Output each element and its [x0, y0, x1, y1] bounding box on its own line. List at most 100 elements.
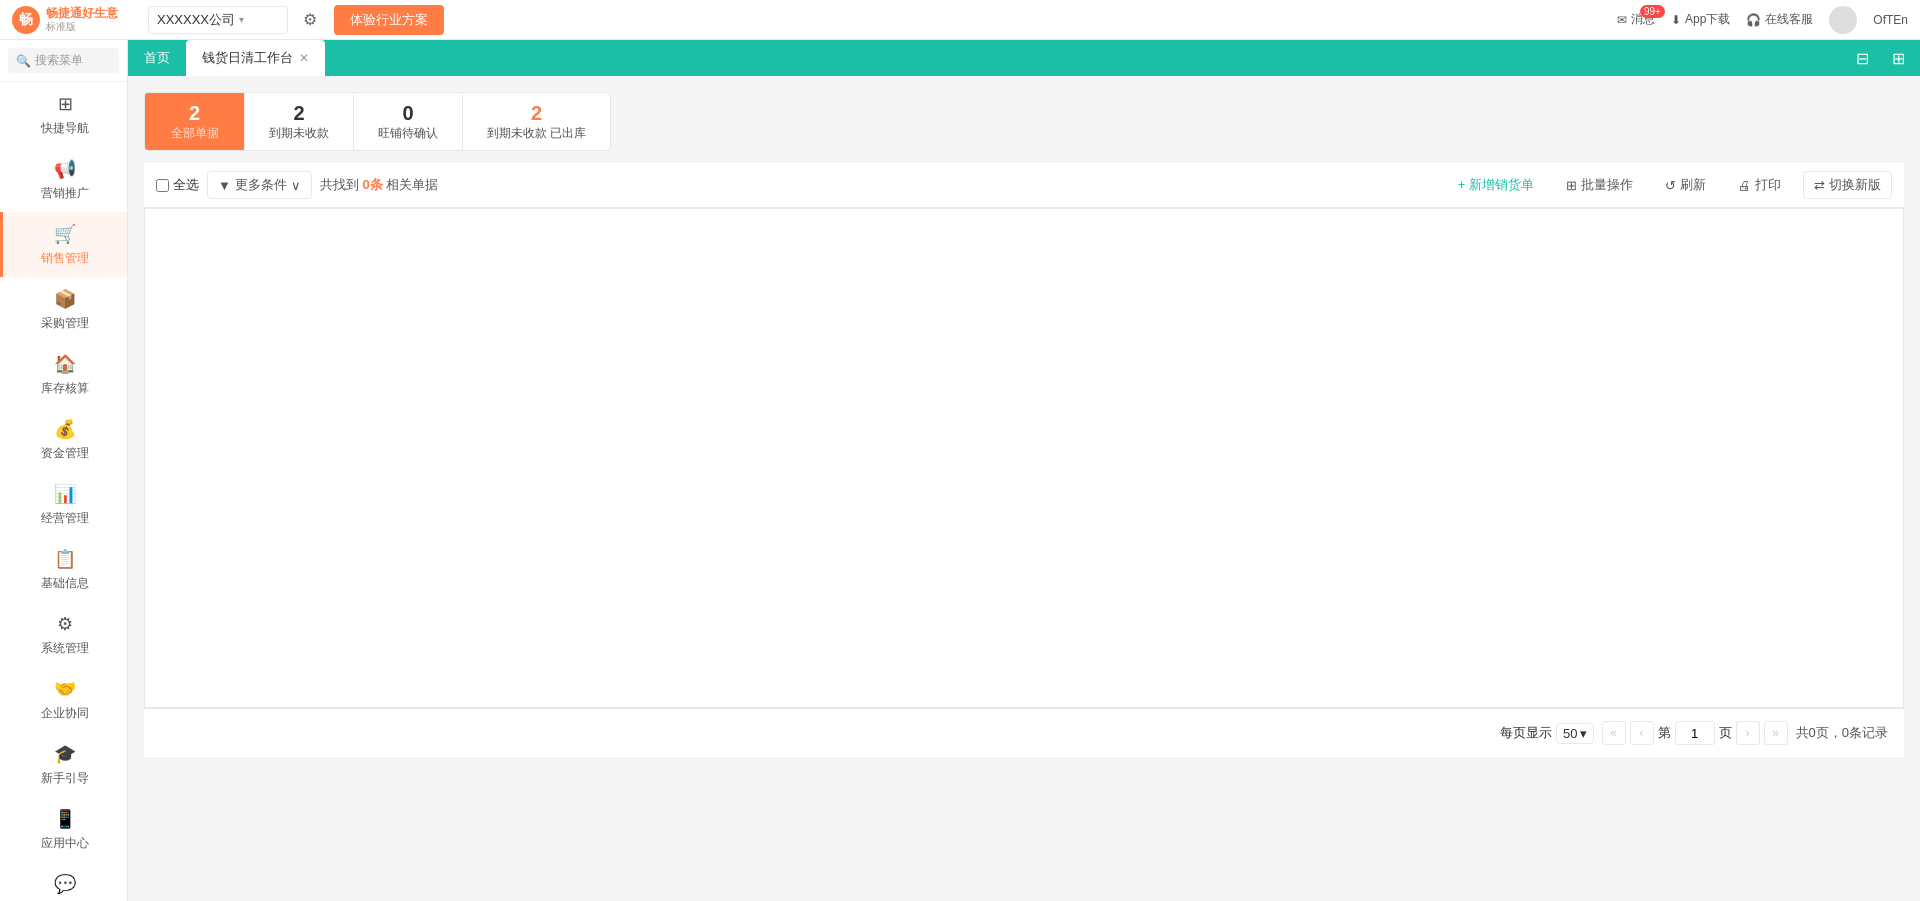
sidebar-item-sales[interactable]: 🛒 销售管理: [0, 212, 127, 277]
maximize-button[interactable]: ⊞: [1884, 44, 1912, 72]
sidebar-label-quick-nav: 快捷导航: [41, 120, 89, 137]
stats-tab-all[interactable]: 2 全部单据: [145, 93, 245, 150]
next-page-button[interactable]: ›: [1736, 721, 1760, 745]
print-icon: 🖨: [1738, 178, 1751, 193]
first-page-button[interactable]: «: [1602, 721, 1626, 745]
print-label: 打印: [1755, 176, 1781, 194]
page-size-value: 50: [1563, 726, 1577, 741]
guide-icon: 🎓: [53, 742, 77, 766]
app-download-button[interactable]: ⬇ App下载: [1671, 11, 1730, 28]
select-all-checkbox[interactable]: 全选: [156, 176, 199, 194]
download-icon: ⬇: [1671, 13, 1681, 27]
sidebar-item-basics[interactable]: 📋 基础信息: [0, 537, 127, 602]
inventory-icon: 🏠: [53, 352, 77, 376]
sidebar-label-operations: 经营管理: [41, 510, 89, 527]
message-icon: ✉: [1617, 13, 1627, 27]
sidebar-item-finance[interactable]: 💰 资金管理: [0, 407, 127, 472]
logo-sub: 标准版: [46, 21, 118, 33]
trial-button[interactable]: 体验行业方案: [334, 5, 444, 35]
settings-button[interactable]: ⚙: [294, 4, 326, 36]
page-nav: « ‹ 第 页 › »: [1602, 721, 1788, 745]
message-badge: 99+: [1640, 5, 1665, 18]
page-size-dropdown[interactable]: 50 ▾: [1556, 723, 1593, 744]
last-page-button[interactable]: »: [1764, 721, 1788, 745]
sidebar-item-app-center[interactable]: 📱 应用中心: [0, 797, 127, 862]
app-download-label: App下载: [1685, 11, 1730, 28]
sidebar-item-guide[interactable]: 🎓 新手引导: [0, 732, 127, 797]
sidebar-item-enterprise[interactable]: 🤝 企业协同: [0, 667, 127, 732]
new-sale-label: + 新增销货单: [1458, 176, 1534, 194]
avatar[interactable]: [1829, 6, 1857, 34]
batch-button[interactable]: ⊞ 批量操作: [1556, 172, 1643, 198]
sidebar-item-inventory[interactable]: 🏠 库存核算: [0, 342, 127, 407]
sidebar-label-enterprise: 企业协同: [41, 705, 89, 722]
logo-title: 畅捷通好生意: [46, 6, 118, 20]
page-size-label: 每页显示: [1500, 724, 1552, 742]
stats-count-all: 2: [169, 101, 220, 125]
tab-cash-flow[interactable]: 钱货日清工作台 ✕: [186, 40, 325, 76]
company-name: XXXXXX公司: [157, 11, 235, 29]
stats-count-shipped: 2: [487, 101, 586, 125]
switch-version-button[interactable]: ⇄ 切换新版: [1803, 171, 1892, 199]
sidebar-item-system[interactable]: ⚙ 系统管理: [0, 602, 127, 667]
online-service-button[interactable]: 🎧 在线客服: [1746, 11, 1813, 28]
minimize-button[interactable]: ⊟: [1848, 44, 1876, 72]
cart-icon: 🛒: [53, 222, 77, 246]
top-header: 畅 畅捷通好生意 标准版 XXXXXX公司 ▾ ⚙ 体验行业方案 ✉ 消息 99…: [0, 0, 1920, 40]
company-selector[interactable]: XXXXXX公司 ▾: [148, 6, 288, 34]
refresh-button[interactable]: ↺ 刷新: [1655, 172, 1716, 198]
sidebar-label-sales: 销售管理: [41, 250, 89, 267]
checkbox-input[interactable]: [156, 179, 169, 192]
avatar-name: OfTEn: [1873, 13, 1908, 27]
print-button[interactable]: 🖨 打印: [1728, 172, 1791, 198]
toolbar-right: + 新增销货单 ⊞ 批量操作 ↺ 刷新 🖨 打印 ⇄ 切换新版: [1444, 171, 1892, 199]
sidebar-label-guide: 新手引导: [41, 770, 89, 787]
page-size-select[interactable]: 每页显示 50 ▾: [1500, 723, 1593, 744]
result-suffix: 相关单据: [386, 177, 438, 192]
stats-tab-overdue[interactable]: 2 到期未收款: [245, 93, 354, 150]
sidebar: 🔍 搜索菜单 ⊞ 快捷导航 📢 营销推广 🛒 销售管理 📦 采购管理 🏠 库存核…: [0, 0, 128, 901]
dropdown-arrow: ▾: [1580, 726, 1587, 741]
chevron-icon: ∨: [291, 178, 301, 193]
sidebar-label-finance: 资金管理: [41, 445, 89, 462]
grid-icon: ⊞: [53, 92, 77, 116]
system-icon: ⚙: [53, 612, 77, 636]
sidebar-item-marketing[interactable]: 📢 营销推广: [0, 147, 127, 212]
filter-label: 更多条件: [235, 176, 287, 194]
result-text: 共找到 0条 相关单据: [320, 176, 438, 194]
tab-home[interactable]: 首页: [128, 40, 186, 76]
stats-label-shipped: 到期未收款 已出库: [487, 125, 586, 142]
sidebar-label-app-center: 应用中心: [41, 835, 89, 852]
page-text2: 页: [1719, 724, 1732, 742]
sidebar-item-operations[interactable]: 📊 经营管理: [0, 472, 127, 537]
search-menu-button[interactable]: 🔍 搜索菜单: [8, 48, 119, 73]
sidebar-item-quick-nav[interactable]: ⊞ 快捷导航: [0, 82, 127, 147]
main-content: 2 全部单据 2 到期未收款 0 旺铺待确认 2 到期未收款 已出库 全选 ▼ …: [128, 76, 1920, 901]
sidebar-item-purchase[interactable]: 📦 采购管理: [0, 277, 127, 342]
stats-tab-pending[interactable]: 0 旺铺待确认: [354, 93, 463, 150]
header-right: ✉ 消息 99+ ⬇ App下载 🎧 在线客服 OfTEn: [1617, 6, 1908, 34]
new-sale-button[interactable]: + 新增销货单: [1444, 172, 1544, 198]
operations-icon: 📊: [53, 482, 77, 506]
sidebar-label-marketing: 营销推广: [41, 185, 89, 202]
sidebar-search[interactable]: 🔍 搜索菜单: [0, 40, 127, 82]
purchase-icon: 📦: [53, 287, 77, 311]
toolbar: 全选 ▼ 更多条件 ∨ 共找到 0条 相关单据 + 新增销货单 ⊞ 批量操作 ↺: [144, 163, 1904, 208]
toolbar-left: 全选 ▼ 更多条件 ∨ 共找到 0条 相关单据: [156, 171, 1436, 199]
page-input[interactable]: [1675, 721, 1715, 745]
message-button[interactable]: ✉ 消息 99+: [1617, 11, 1655, 28]
stats-tab-shipped[interactable]: 2 到期未收款 已出库: [463, 93, 610, 150]
refresh-icon: ↺: [1665, 178, 1676, 193]
table-area: [144, 208, 1904, 708]
close-tab-icon[interactable]: ✕: [299, 51, 309, 65]
filter-button[interactable]: ▼ 更多条件 ∨: [207, 171, 312, 199]
switch-label: 切换新版: [1829, 176, 1881, 194]
nav-tabs-bar: 首页 钱货日清工作台 ✕ ⊟ ⊞: [128, 40, 1920, 76]
chevron-down-icon: ▾: [239, 14, 244, 25]
prev-page-button[interactable]: ‹: [1630, 721, 1654, 745]
sidebar-label-inventory: 库存核算: [41, 380, 89, 397]
sidebar-item-wechat[interactable]: 💬 企业微信: [0, 862, 127, 901]
sidebar-label-purchase: 采购管理: [41, 315, 89, 332]
stats-count-overdue: 2: [269, 101, 329, 125]
finance-icon: 💰: [53, 417, 77, 441]
